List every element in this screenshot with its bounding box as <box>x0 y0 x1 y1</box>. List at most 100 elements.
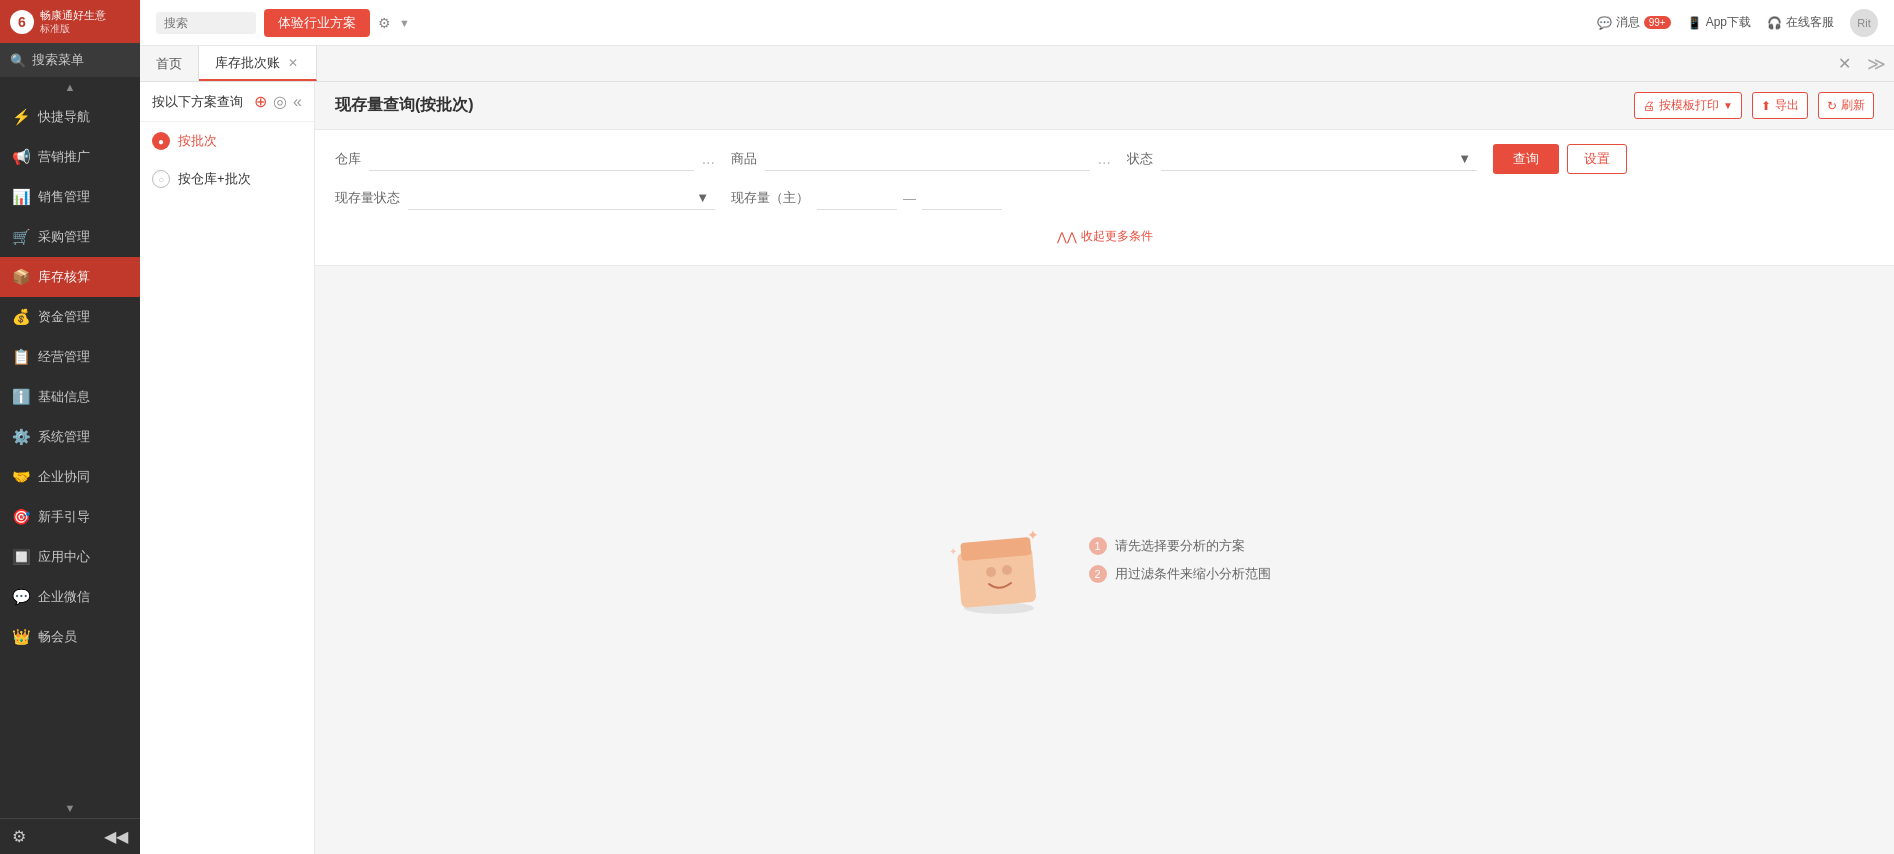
app-version: 标准版 <box>40 22 106 35</box>
topbar-dropdown-icon[interactable]: ▼ <box>399 17 410 29</box>
sidebar-item-sales[interactable]: 📊 销售管理 <box>0 177 140 217</box>
tab-home[interactable]: 首页 <box>140 46 199 81</box>
scheme-settings-icon[interactable]: ◎ <box>273 92 287 111</box>
tab-close-icon[interactable]: ✕ <box>286 56 300 70</box>
warehouse-dots-btn[interactable]: ... <box>702 150 715 168</box>
sidebar-item-vip[interactable]: 👑 畅会员 <box>0 617 140 657</box>
collapse-more-conditions[interactable]: ⋀⋀ 收起更多条件 <box>335 222 1874 251</box>
inventory-icon: 📦 <box>12 268 30 286</box>
product-input[interactable] <box>765 147 1090 171</box>
search-icon: 🔍 <box>10 53 26 68</box>
sidebar-item-finance[interactable]: 💰 资金管理 <box>0 297 140 337</box>
tip-num-2: 2 <box>1089 565 1107 583</box>
query-button[interactable]: 查询 <box>1493 144 1559 174</box>
sidebar-item-basic[interactable]: ℹ️ 基础信息 <box>0 377 140 417</box>
sidebar-item-label: 系统管理 <box>38 428 90 446</box>
print-label: 按模板打印 <box>1659 97 1719 114</box>
stock-qty-min-input[interactable] <box>817 186 897 210</box>
search-menu[interactable]: 🔍 搜索菜单 <box>0 43 140 77</box>
scroll-down-btn[interactable]: ▼ <box>0 798 140 818</box>
print-button[interactable]: 🖨 按模板打印 ▼ <box>1634 92 1742 119</box>
scheme-item-label: 按批次 <box>178 132 217 150</box>
topbar-search-input[interactable] <box>156 12 256 34</box>
stock-qty-max-input[interactable] <box>922 186 1002 210</box>
empty-illustration: ✦ ✦ <box>939 500 1059 620</box>
stock-status-label: 现存量状态 <box>335 189 400 207</box>
print-dropdown-icon[interactable]: ▼ <box>1723 100 1733 111</box>
main-area: 体验行业方案 ⚙ ▼ 💬 消息 99+ 📱 App下载 🎧 在线客服 Rit <box>140 0 1894 854</box>
search-menu-label: 搜索菜单 <box>32 51 84 69</box>
sidebar-item-enterprise-wechat[interactable]: 💬 企业微信 <box>0 577 140 617</box>
app-center-icon: 🔲 <box>12 548 30 566</box>
sidebar-item-purchase[interactable]: 🛒 采购管理 <box>0 217 140 257</box>
scroll-up-btn[interactable]: ▲ <box>0 77 140 97</box>
add-scheme-icon[interactable]: ⊕ <box>254 92 267 111</box>
scheme-circle-active: ● <box>152 132 170 150</box>
user-avatar-block[interactable]: Rit <box>1850 9 1878 37</box>
status-dropdown-icon: ▼ <box>1458 151 1471 166</box>
scheme-item-by-warehouse-batch[interactable]: ○ 按仓库+批次 <box>140 160 314 198</box>
sidebar-item-app-center[interactable]: 🔲 应用中心 <box>0 537 140 577</box>
refresh-icon: ↻ <box>1827 99 1837 113</box>
export-button[interactable]: ⬆ 导出 <box>1752 92 1808 119</box>
tab-panel-close-button[interactable]: ✕ <box>1826 46 1863 81</box>
tab-inventory-batch-label: 库存批次账 <box>215 54 280 72</box>
app-download-icon: 📱 <box>1687 16 1702 30</box>
product-label: 商品 <box>731 150 757 168</box>
page-actions: 🖨 按模板打印 ▼ ⬆ 导出 ↻ 刷新 <box>1634 92 1874 119</box>
tab-panel-expand-icon[interactable]: ≫ <box>1867 53 1894 75</box>
empty-tip-1: 1 请先选择要分析的方案 <box>1089 537 1271 555</box>
quick-nav-icon: ⚡ <box>12 108 30 126</box>
topbar: 体验行业方案 ⚙ ▼ 💬 消息 99+ 📱 App下载 🎧 在线客服 Rit <box>140 0 1894 46</box>
tabbar: 首页 库存批次账 ✕ ✕ ≫ <box>140 46 1894 82</box>
filter-row-2: 现存量状态 ▼ 现存量（主） — <box>335 186 1874 210</box>
tab-inventory-batch[interactable]: 库存批次账 ✕ <box>199 46 317 81</box>
sidebar-item-label: 库存核算 <box>38 268 90 286</box>
settings-icon[interactable]: ⚙ <box>12 827 26 846</box>
status-filter-group: 状态 ▼ <box>1127 147 1477 171</box>
scheme-item-by-batch[interactable]: ● 按批次 <box>140 122 314 160</box>
status-select[interactable]: ▼ <box>1161 147 1477 171</box>
system-icon: ⚙️ <box>12 428 30 446</box>
sidebar-item-marketing[interactable]: 📢 营销推广 <box>0 137 140 177</box>
content-area: 按以下方案查询 ⊕ ◎ « ● 按批次 ○ 按仓库+批次 现存量查询(按批次) <box>140 82 1894 854</box>
svg-point-3 <box>986 567 996 577</box>
sidebar-item-newbie[interactable]: 🎯 新手引导 <box>0 497 140 537</box>
scheme-header-label: 按以下方案查询 <box>152 93 243 111</box>
sidebar-item-inventory[interactable]: 📦 库存核算 <box>0 257 140 297</box>
stock-status-select[interactable]: ▼ <box>408 186 715 210</box>
sidebar-item-label: 企业协同 <box>38 468 90 486</box>
product-filter-group: 商品 ... <box>731 147 1111 171</box>
app-name-block: 畅康通好生意 标准版 <box>40 8 106 35</box>
sidebar-item-operations[interactable]: 📋 经营管理 <box>0 337 140 377</box>
svg-text:✦: ✦ <box>949 546 957 557</box>
messages-button[interactable]: 💬 消息 99+ <box>1597 14 1671 31</box>
collapse-sidebar-icon[interactable]: ◀◀ <box>104 827 128 846</box>
warehouse-input[interactable] <box>369 147 694 171</box>
scheme-header: 按以下方案查询 ⊕ ◎ « <box>140 82 314 122</box>
sidebar-item-system[interactable]: ⚙️ 系统管理 <box>0 417 140 457</box>
refresh-button[interactable]: ↻ 刷新 <box>1818 92 1874 119</box>
scheme-circle-inactive: ○ <box>152 170 170 188</box>
app-logo: 6 <box>10 10 34 34</box>
topbar-settings-icon[interactable]: ⚙ <box>378 15 391 31</box>
tab-home-label: 首页 <box>156 55 182 73</box>
stock-qty-filter-group: 现存量（主） — <box>731 186 1111 210</box>
sidebar: 6 畅康通好生意 标准版 🔍 搜索菜单 ▲ ⚡ 快捷导航 📢 营销推广 📊 销售… <box>0 0 140 854</box>
industry-solution-button[interactable]: 体验行业方案 <box>264 9 370 37</box>
sidebar-item-quick-nav[interactable]: ⚡ 快捷导航 <box>0 97 140 137</box>
sidebar-item-label: 销售管理 <box>38 188 90 206</box>
warehouse-label: 仓库 <box>335 150 361 168</box>
settings-button[interactable]: 设置 <box>1567 144 1627 174</box>
refresh-label: 刷新 <box>1841 97 1865 114</box>
empty-state: ✦ ✦ 1 请先选择要分析的方案 2 用过滤条件来缩小分析范围 <box>315 266 1894 854</box>
sidebar-item-enterprise-collab[interactable]: 🤝 企业协同 <box>0 457 140 497</box>
operations-icon: 📋 <box>12 348 30 366</box>
online-service-button[interactable]: 🎧 在线客服 <box>1767 14 1834 31</box>
product-dots-btn[interactable]: ... <box>1098 150 1111 168</box>
scheme-collapse-icon[interactable]: « <box>293 93 302 111</box>
page-title: 现存量查询(按批次) <box>335 95 474 116</box>
app-download-button[interactable]: 📱 App下载 <box>1687 14 1751 31</box>
scheme-panel: 按以下方案查询 ⊕ ◎ « ● 按批次 ○ 按仓库+批次 <box>140 82 315 854</box>
empty-tip-2: 2 用过滤条件来缩小分析范围 <box>1089 565 1271 583</box>
